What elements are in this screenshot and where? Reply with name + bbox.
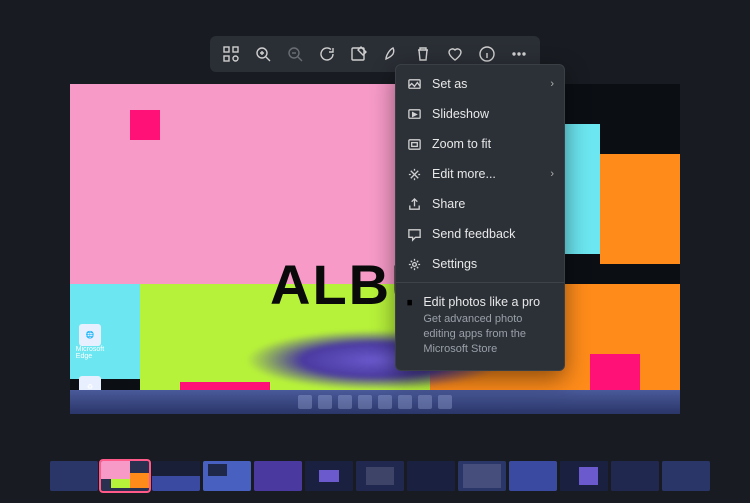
more-options-menu: Set as › Slideshow Zoom to fit Edit more… (395, 64, 565, 371)
menu-separator (396, 282, 564, 283)
menu-item-edit-more[interactable]: Edit more... › (396, 159, 564, 189)
menu-promo[interactable]: Edit photos like a pro Get advanced phot… (396, 286, 564, 366)
set-as-icon (406, 76, 422, 92)
thumbnail[interactable] (560, 461, 608, 491)
promo-title: Edit photos like a pro (423, 294, 552, 311)
menu-item-share[interactable]: Share (396, 189, 564, 219)
menu-item-set-as[interactable]: Set as › (396, 69, 564, 99)
edit-image-icon[interactable] (344, 40, 374, 68)
desktop-icon-edge: 🌐Microsoft Edge (76, 324, 104, 360)
menu-item-label: Zoom to fit (432, 137, 491, 151)
settings-icon (406, 256, 422, 272)
image-viewport[interactable]: ALBU 🌐Microsoft Edge ♻Recycle Bin (70, 84, 680, 414)
zoom-in-icon[interactable] (248, 40, 278, 68)
thumbnail[interactable] (152, 461, 200, 491)
menu-item-label: Edit more... (432, 167, 496, 181)
menu-item-label: Send feedback (432, 227, 515, 241)
promo-subtitle: Get advanced photo editing apps from the… (423, 312, 552, 357)
menu-item-label: Settings (432, 257, 477, 271)
thumbnail-strip (50, 461, 710, 491)
menu-item-feedback[interactable]: Send feedback (396, 219, 564, 249)
thumbnail[interactable] (662, 461, 710, 491)
taskbar (70, 390, 680, 414)
thumbnail[interactable] (203, 461, 251, 491)
zoom-fit-icon (406, 136, 422, 152)
menu-item-zoom-fit[interactable]: Zoom to fit (396, 129, 564, 159)
thumbnail[interactable] (509, 461, 557, 491)
menu-item-settings[interactable]: Settings (396, 249, 564, 279)
chevron-right-icon: › (550, 78, 554, 90)
color-block (130, 110, 160, 140)
thumbnail[interactable] (50, 461, 98, 491)
store-icon (406, 294, 413, 310)
thumbnail[interactable] (356, 461, 404, 491)
feedback-icon (406, 226, 422, 242)
edit-more-icon (406, 166, 422, 182)
color-block (600, 154, 680, 264)
zoom-out-icon[interactable] (280, 40, 310, 68)
apps-icon[interactable] (216, 40, 246, 68)
menu-item-label: Share (432, 197, 465, 211)
menu-item-slideshow[interactable]: Slideshow (396, 99, 564, 129)
thumbnail[interactable] (305, 461, 353, 491)
menu-item-label: Set as (432, 77, 467, 91)
share-icon (406, 196, 422, 212)
thumbnail[interactable] (407, 461, 455, 491)
slideshow-icon (406, 106, 422, 122)
thumbnail[interactable] (611, 461, 659, 491)
thumbnail[interactable] (101, 461, 149, 491)
rotate-icon[interactable] (312, 40, 342, 68)
thumbnail[interactable] (254, 461, 302, 491)
thumbnail[interactable] (458, 461, 506, 491)
chevron-right-icon: › (550, 168, 554, 180)
menu-item-label: Slideshow (432, 107, 489, 121)
